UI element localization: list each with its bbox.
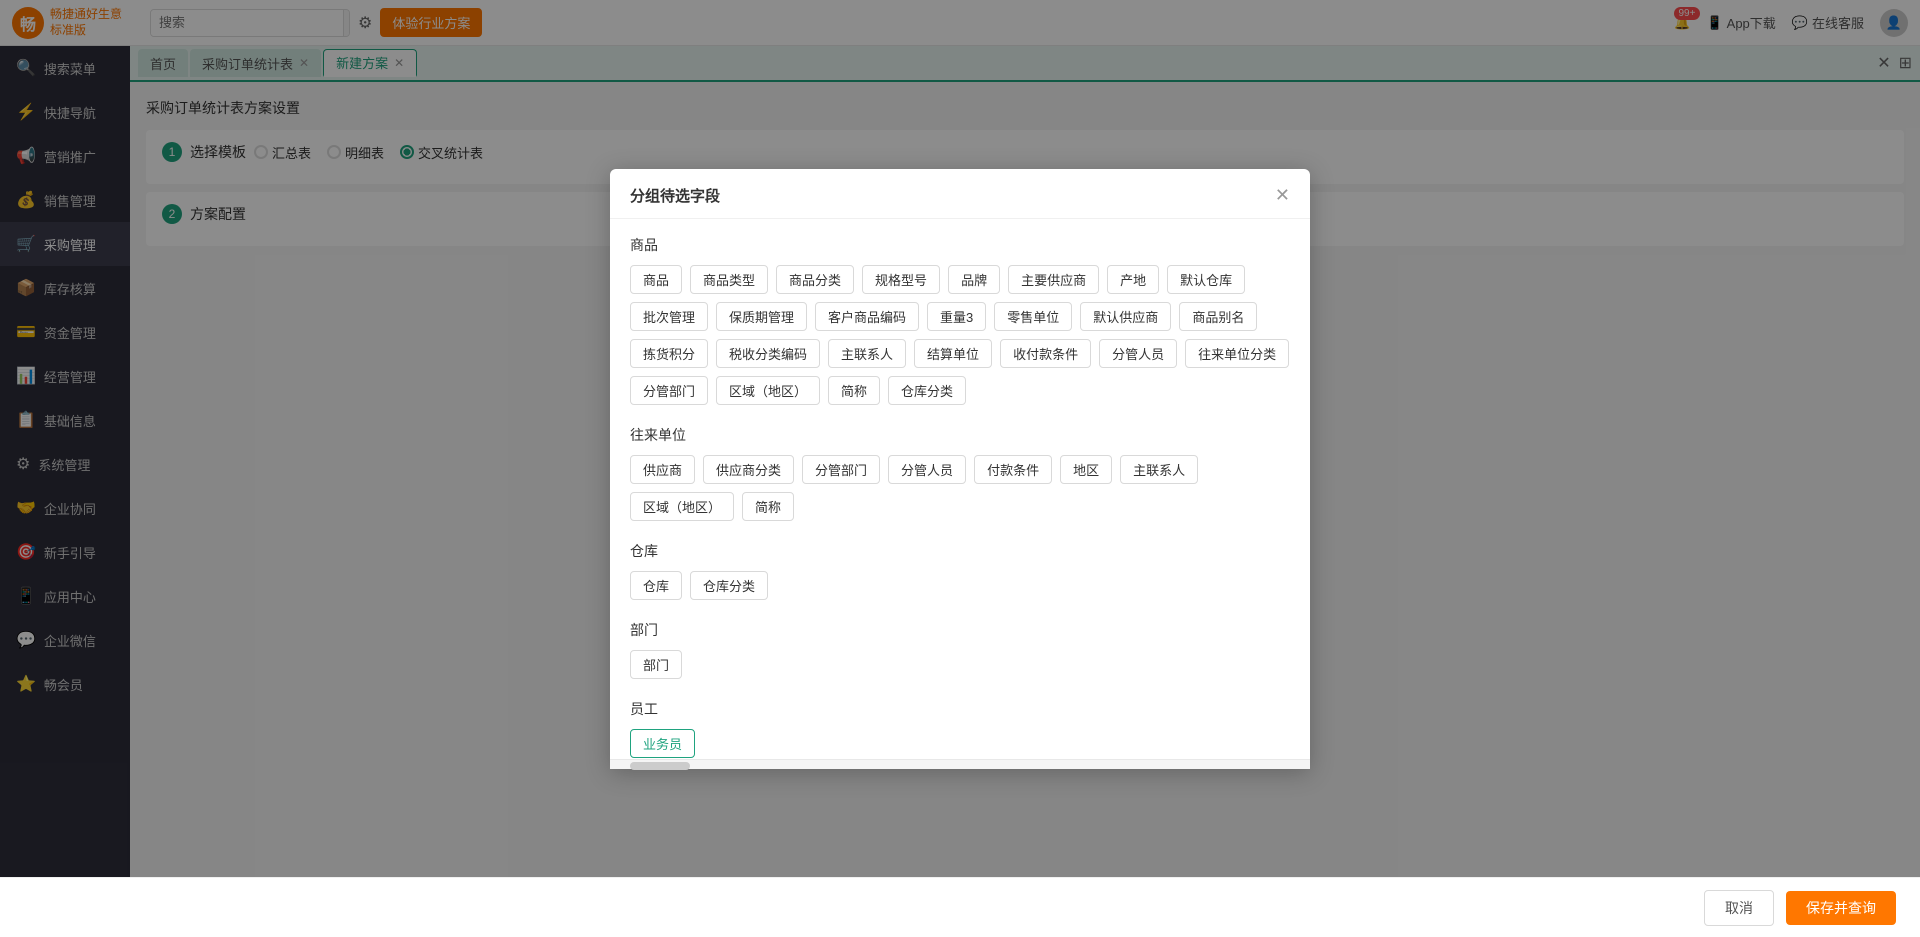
cancel-button[interactable]: 取消 — [1704, 890, 1774, 926]
field-responsible-person[interactable]: 分管人员 — [1099, 339, 1177, 368]
section-counterparty: 往来单位 供应商 供应商分类 分管部门 分管人员 付款条件 地区 主联系人 区域… — [630, 425, 1290, 521]
field-dept[interactable]: 分管部门 — [802, 455, 880, 484]
field-product-type[interactable]: 商品类型 — [690, 265, 768, 294]
section-employee-title: 员工 — [630, 699, 1290, 719]
field-default-warehouse[interactable]: 默认仓库 — [1167, 265, 1245, 294]
modal-overlay: 分组待选字段 ✕ 商品 商品 商品类型 商品分类 规格型号 品牌 主要供应商 产… — [0, 0, 1920, 937]
field-warehouse-category[interactable]: 仓库分类 — [888, 376, 966, 405]
field-warehouse[interactable]: 仓库 — [630, 571, 682, 600]
field-default-supplier[interactable]: 默认供应商 — [1080, 302, 1171, 331]
section-product: 商品 商品 商品类型 商品分类 规格型号 品牌 主要供应商 产地 默认仓库 批次… — [630, 235, 1290, 405]
section-counterparty-title: 往来单位 — [630, 425, 1290, 445]
field-main-contact2[interactable]: 主联系人 — [1120, 455, 1198, 484]
field-region[interactable]: 区域（地区） — [716, 376, 820, 405]
modal-body: 商品 商品 商品类型 商品分类 规格型号 品牌 主要供应商 产地 默认仓库 批次… — [610, 219, 1310, 759]
field-short-name[interactable]: 简称 — [828, 376, 880, 405]
employee-fields: 业务员 — [630, 729, 1290, 758]
field-short-name2[interactable]: 简称 — [742, 492, 794, 521]
field-retail-unit[interactable]: 零售单位 — [994, 302, 1072, 331]
field-manager[interactable]: 分管人员 — [888, 455, 966, 484]
field-spec-model[interactable]: 规格型号 — [862, 265, 940, 294]
field-region2[interactable]: 区域（地区） — [630, 492, 734, 521]
field-select-modal: 分组待选字段 ✕ 商品 商品 商品类型 商品分类 规格型号 品牌 主要供应商 产… — [610, 169, 1310, 769]
field-counterparty-category[interactable]: 往来单位分类 — [1185, 339, 1289, 368]
field-payment-terms[interactable]: 收付款条件 — [1000, 339, 1091, 368]
section-product-title: 商品 — [630, 235, 1290, 255]
section-employee: 员工 业务员 — [630, 699, 1290, 758]
modal-close-icon[interactable]: ✕ — [1275, 185, 1290, 206]
field-product[interactable]: 商品 — [630, 265, 682, 294]
field-supplier[interactable]: 供应商 — [630, 455, 695, 484]
modal-header: 分组待选字段 ✕ — [610, 169, 1310, 219]
field-area[interactable]: 地区 — [1060, 455, 1112, 484]
field-origin[interactable]: 产地 — [1107, 265, 1159, 294]
field-main-supplier[interactable]: 主要供应商 — [1008, 265, 1099, 294]
field-pick-points[interactable]: 拣货积分 — [630, 339, 708, 368]
section-department-title: 部门 — [630, 620, 1290, 640]
warehouse-fields: 仓库 仓库分类 — [630, 571, 1290, 600]
field-department[interactable]: 部门 — [630, 650, 682, 679]
hscroll-thumb[interactable] — [630, 762, 690, 770]
field-tax-code[interactable]: 税收分类编码 — [716, 339, 820, 368]
section-warehouse: 仓库 仓库 仓库分类 — [630, 541, 1290, 600]
field-payment-condition[interactable]: 付款条件 — [974, 455, 1052, 484]
field-product-alias[interactable]: 商品别名 — [1179, 302, 1257, 331]
field-brand[interactable]: 品牌 — [948, 265, 1000, 294]
field-main-contact[interactable]: 主联系人 — [828, 339, 906, 368]
field-customer-product-code[interactable]: 客户商品编码 — [815, 302, 919, 331]
section-warehouse-title: 仓库 — [630, 541, 1290, 561]
counterparty-fields: 供应商 供应商分类 分管部门 分管人员 付款条件 地区 主联系人 区域（地区） … — [630, 455, 1290, 521]
modal-footer: 取消 保存并查询 — [0, 877, 1920, 937]
field-warehouse-type[interactable]: 仓库分类 — [690, 571, 768, 600]
field-supplier-category[interactable]: 供应商分类 — [703, 455, 794, 484]
save-query-button[interactable]: 保存并查询 — [1786, 891, 1896, 925]
section-department: 部门 部门 — [630, 620, 1290, 679]
field-settlement-unit[interactable]: 结算单位 — [914, 339, 992, 368]
field-batch-management[interactable]: 批次管理 — [630, 302, 708, 331]
field-quality-management[interactable]: 保质期管理 — [716, 302, 807, 331]
modal-title: 分组待选字段 — [630, 185, 720, 206]
field-responsible-dept[interactable]: 分管部门 — [630, 376, 708, 405]
modal-horizontal-scrollbar[interactable] — [610, 759, 1310, 769]
field-weight3[interactable]: 重量3 — [927, 302, 986, 331]
department-fields: 部门 — [630, 650, 1290, 679]
field-product-category[interactable]: 商品分类 — [776, 265, 854, 294]
product-fields: 商品 商品类型 商品分类 规格型号 品牌 主要供应商 产地 默认仓库 批次管理 … — [630, 265, 1290, 405]
field-salesperson[interactable]: 业务员 — [630, 729, 695, 758]
